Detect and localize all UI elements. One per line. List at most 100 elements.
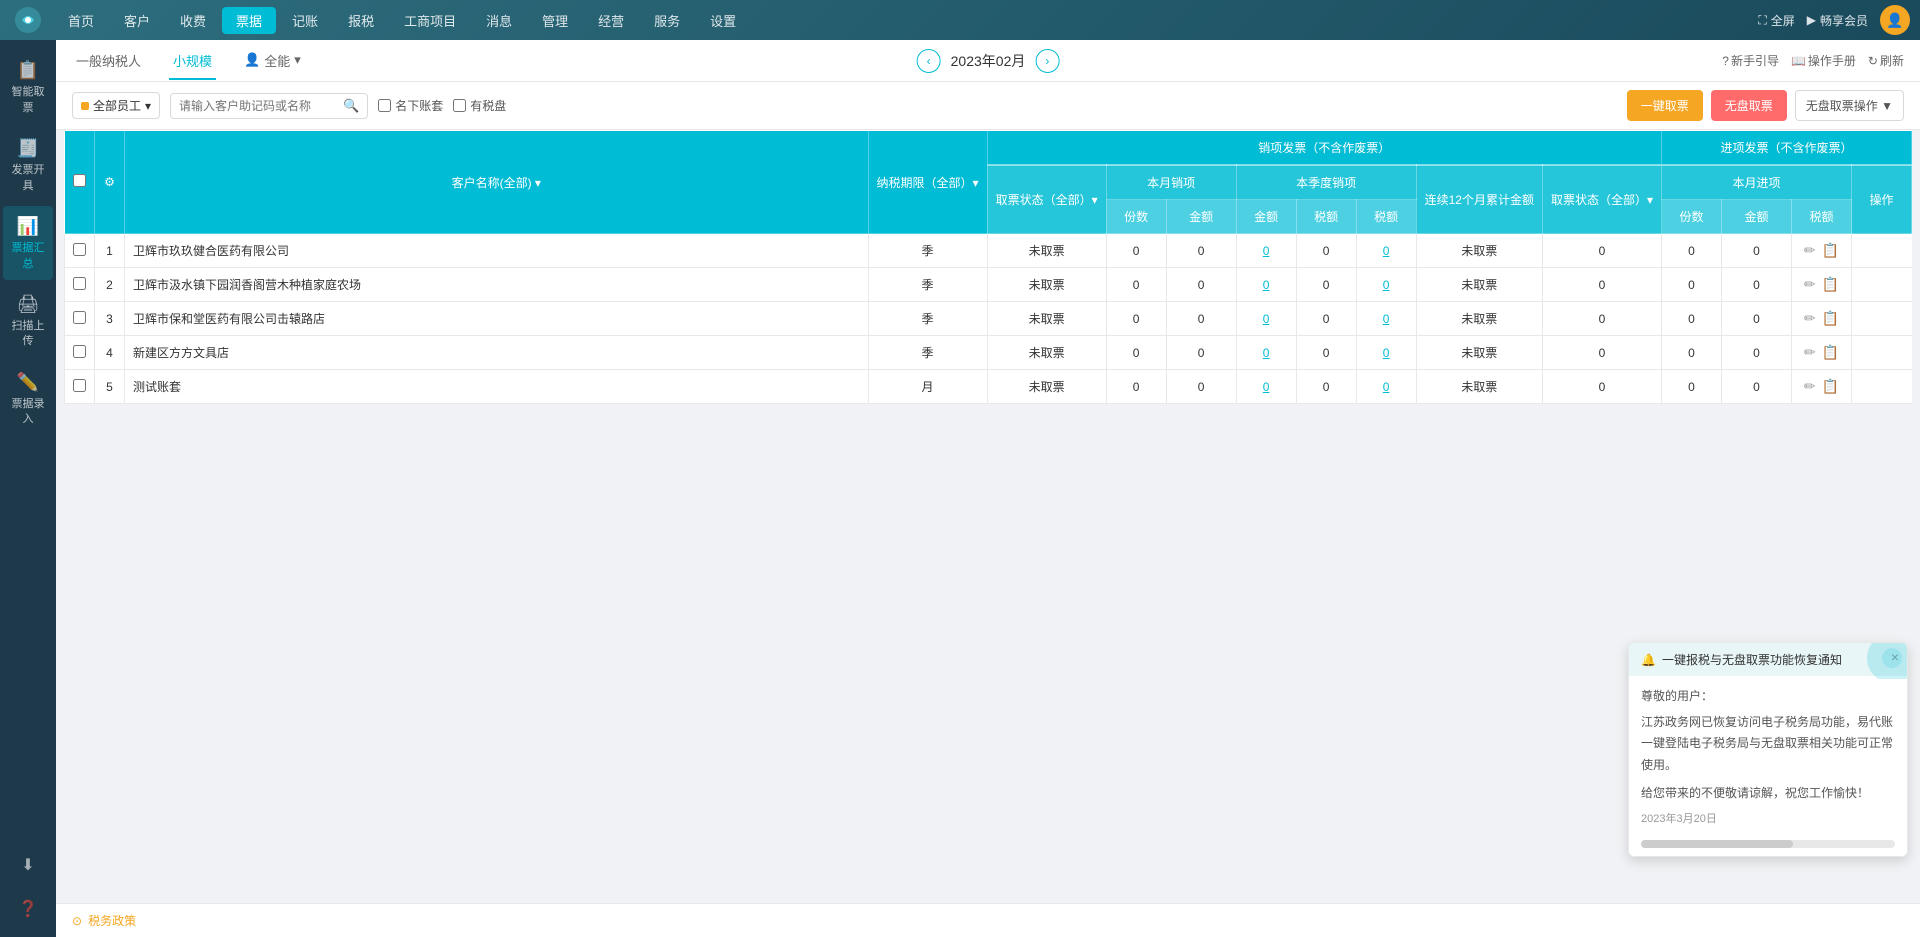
row-purchase-month-tax: 0 bbox=[1722, 302, 1792, 336]
new-guide-btn[interactable]: ? 新手引导 bbox=[1722, 52, 1779, 69]
row-edit-icon[interactable]: ✏ bbox=[1804, 242, 1816, 259]
notification-scrollbar[interactable] bbox=[1641, 840, 1895, 848]
fullscreen-btn[interactable]: ⛶ 全屏 bbox=[1758, 12, 1794, 29]
sidebar-item-entry[interactable]: ✏️ 票据录入 bbox=[3, 362, 53, 436]
row-edit-icon[interactable]: ✏ bbox=[1804, 310, 1816, 327]
table-group-header-row: ⚙ 客户名称(全部) ▾ 纳税期限（全部）▾ 销项发票（不含作废票） 进项发票（… bbox=[65, 131, 1912, 166]
row-detail-icon[interactable]: 📋 bbox=[1822, 276, 1839, 293]
bottom-bar[interactable]: ⊙ 税务政策 bbox=[56, 903, 1920, 937]
refresh-btn[interactable]: ↻ 刷新 bbox=[1868, 52, 1904, 69]
filter-bar: 全部员工 ▾ 🔍 名下账套 有税盘 一键取票 无盘取票 无盘取票操作 ▼ bbox=[56, 82, 1920, 130]
notification-close-btn[interactable]: × bbox=[1891, 649, 1899, 665]
th-settings: ⚙ bbox=[95, 131, 125, 234]
row-detail-icon[interactable]: 📋 bbox=[1822, 242, 1839, 259]
row-sale-quarter-tax: 0 bbox=[1296, 234, 1356, 268]
table-row: 1 卫辉市玖玖健合医药有限公司 季 未取票 0 0 0 0 0 未取票 0 0 … bbox=[65, 234, 1912, 268]
no-disk-ticket-btn[interactable]: 无盘取票 bbox=[1711, 90, 1787, 121]
manual-btn[interactable]: 📖 操作手册 bbox=[1791, 52, 1856, 69]
nav-manage[interactable]: 管理 bbox=[528, 7, 582, 34]
th-action: 操作 bbox=[1852, 165, 1912, 234]
nav-message[interactable]: 消息 bbox=[472, 7, 526, 34]
row-actions: ✏ 📋 bbox=[1792, 336, 1852, 370]
th-sale-month-amount: 金额 bbox=[1166, 200, 1236, 234]
tax-disk-checkbox-input[interactable] bbox=[453, 99, 466, 112]
row-purchase-month-amount: 0 bbox=[1662, 302, 1722, 336]
th-sale-status: 取票状态（全部）▾ bbox=[987, 165, 1106, 234]
nav-service[interactable]: 服务 bbox=[640, 7, 694, 34]
nav-settings[interactable]: 设置 bbox=[696, 7, 750, 34]
nav-tax[interactable]: 报税 bbox=[334, 7, 388, 34]
new-guide-icon: ? bbox=[1722, 54, 1729, 68]
nav-invoice[interactable]: 票据 bbox=[222, 7, 276, 34]
nav-fee[interactable]: 收费 bbox=[166, 7, 220, 34]
row-checkbox[interactable] bbox=[73, 277, 86, 290]
th-customer-name: 客户名称(全部) ▾ bbox=[125, 131, 869, 234]
notification-title: 一键报税与无盘取票功能恢复通知 bbox=[1662, 651, 1842, 668]
search-icon[interactable]: 🔍 bbox=[343, 98, 359, 114]
period-prev-btn[interactable]: ‹ bbox=[917, 49, 941, 73]
settings-icon[interactable]: ⚙ bbox=[104, 175, 115, 189]
nav-home[interactable]: 首页 bbox=[54, 7, 108, 34]
row-sale-quarter-amount: 0 bbox=[1236, 302, 1296, 336]
notification-body-text: 江苏政务网已恢复访问电子税务局功能，易代账一键登陆电子税务局与无盘取票相关功能可… bbox=[1641, 712, 1895, 777]
one-key-ticket-btn[interactable]: 一键取票 bbox=[1627, 90, 1703, 121]
account-checkbox-input[interactable] bbox=[378, 99, 391, 112]
row-sale-status: 未取票 bbox=[987, 302, 1106, 336]
row-sale-12month: 0 bbox=[1356, 370, 1416, 404]
row-actions: ✏ 📋 bbox=[1792, 268, 1852, 302]
sidebar-item-scan[interactable]: 🖨 扫描上传 bbox=[3, 284, 53, 358]
tax-policy-icon: ⊙ bbox=[72, 914, 82, 928]
row-detail-icon[interactable]: 📋 bbox=[1822, 310, 1839, 327]
tab-all[interactable]: 👤 全能 ▾ bbox=[240, 43, 305, 80]
row-edit-icon[interactable]: ✏ bbox=[1804, 276, 1816, 293]
row-checkbox[interactable] bbox=[73, 311, 86, 324]
tax-disk-filter-checkbox[interactable]: 有税盘 bbox=[453, 97, 506, 114]
smart-ticket-icon: 📋 bbox=[17, 58, 39, 83]
nav-customer[interactable]: 客户 bbox=[110, 7, 164, 34]
no-disk-ops-btn[interactable]: 无盘取票操作 ▼ bbox=[1795, 90, 1904, 121]
account-filter-checkbox[interactable]: 名下账套 bbox=[378, 97, 443, 114]
row-edit-icon[interactable]: ✏ bbox=[1804, 344, 1816, 361]
table-body: 1 卫辉市玖玖健合医药有限公司 季 未取票 0 0 0 0 0 未取票 0 0 … bbox=[65, 234, 1912, 404]
tab-small-scale[interactable]: 小规模 bbox=[169, 43, 216, 80]
tab-general-taxpayer[interactable]: 一般纳税人 bbox=[72, 43, 145, 80]
row-purchase-month-count: 0 bbox=[1542, 370, 1661, 404]
row-checkbox[interactable] bbox=[73, 345, 86, 358]
sidebar-label-entry: 票据录入 bbox=[7, 397, 49, 428]
row-detail-icon[interactable]: 📋 bbox=[1822, 378, 1839, 395]
new-guide-label: 新手引导 bbox=[1731, 52, 1779, 69]
nav-accounting[interactable]: 记账 bbox=[278, 7, 332, 34]
row-detail-icon[interactable]: 📋 bbox=[1822, 344, 1839, 361]
row-purchase-month-tax: 0 bbox=[1722, 370, 1792, 404]
select-all-checkbox[interactable] bbox=[73, 174, 86, 187]
row-checkbox-cell bbox=[65, 336, 95, 370]
sidebar-item-summary[interactable]: 📊 票据汇总 bbox=[3, 206, 53, 280]
sidebar-label-issue-invoice: 发票开具 bbox=[7, 163, 49, 194]
sidebar-help-btn[interactable]: ❓ bbox=[10, 891, 46, 927]
row-sale-quarter-tax: 0 bbox=[1296, 370, 1356, 404]
sidebar-download-btn[interactable]: ⬇ bbox=[10, 847, 46, 883]
employee-select[interactable]: 全部员工 ▾ bbox=[72, 92, 160, 119]
sidebar-item-issue-invoice[interactable]: 🧾 发票开具 bbox=[3, 128, 53, 202]
row-checkbox-cell bbox=[65, 268, 95, 302]
row-customer-name: 卫辉市保和堂医药有限公司击辕路店 bbox=[125, 302, 869, 336]
table-row: 4 新建区方方文具店 季 未取票 0 0 0 0 0 未取票 0 0 0 ✏ 📋 bbox=[65, 336, 1912, 370]
th-sale-quarter-tax: 税额 bbox=[1296, 200, 1356, 234]
user-avatar[interactable]: 👤 bbox=[1880, 5, 1910, 35]
row-index: 5 bbox=[95, 370, 125, 404]
nav-operation[interactable]: 经营 bbox=[584, 7, 638, 34]
row-sale-12month: 0 bbox=[1356, 268, 1416, 302]
sidebar-item-smart-ticket[interactable]: 📋 智能取票 bbox=[3, 50, 53, 124]
member-btn[interactable]: ▶ 畅享会员 bbox=[1807, 12, 1868, 29]
row-edit-icon[interactable]: ✏ bbox=[1804, 378, 1816, 395]
row-purchase-month-count: 0 bbox=[1542, 234, 1661, 268]
search-input[interactable] bbox=[179, 99, 339, 113]
row-checkbox[interactable] bbox=[73, 243, 86, 256]
row-customer-name: 卫辉市汲水镇下园润香阁营木种植家庭农场 bbox=[125, 268, 869, 302]
row-checkbox[interactable] bbox=[73, 379, 86, 392]
nav-business[interactable]: 工商项目 bbox=[390, 7, 470, 34]
period-next-btn[interactable]: › bbox=[1035, 49, 1059, 73]
tax-policy-text: 税务政策 bbox=[88, 912, 136, 929]
row-sale-month-amount: 0 bbox=[1166, 302, 1236, 336]
row-index: 2 bbox=[95, 268, 125, 302]
